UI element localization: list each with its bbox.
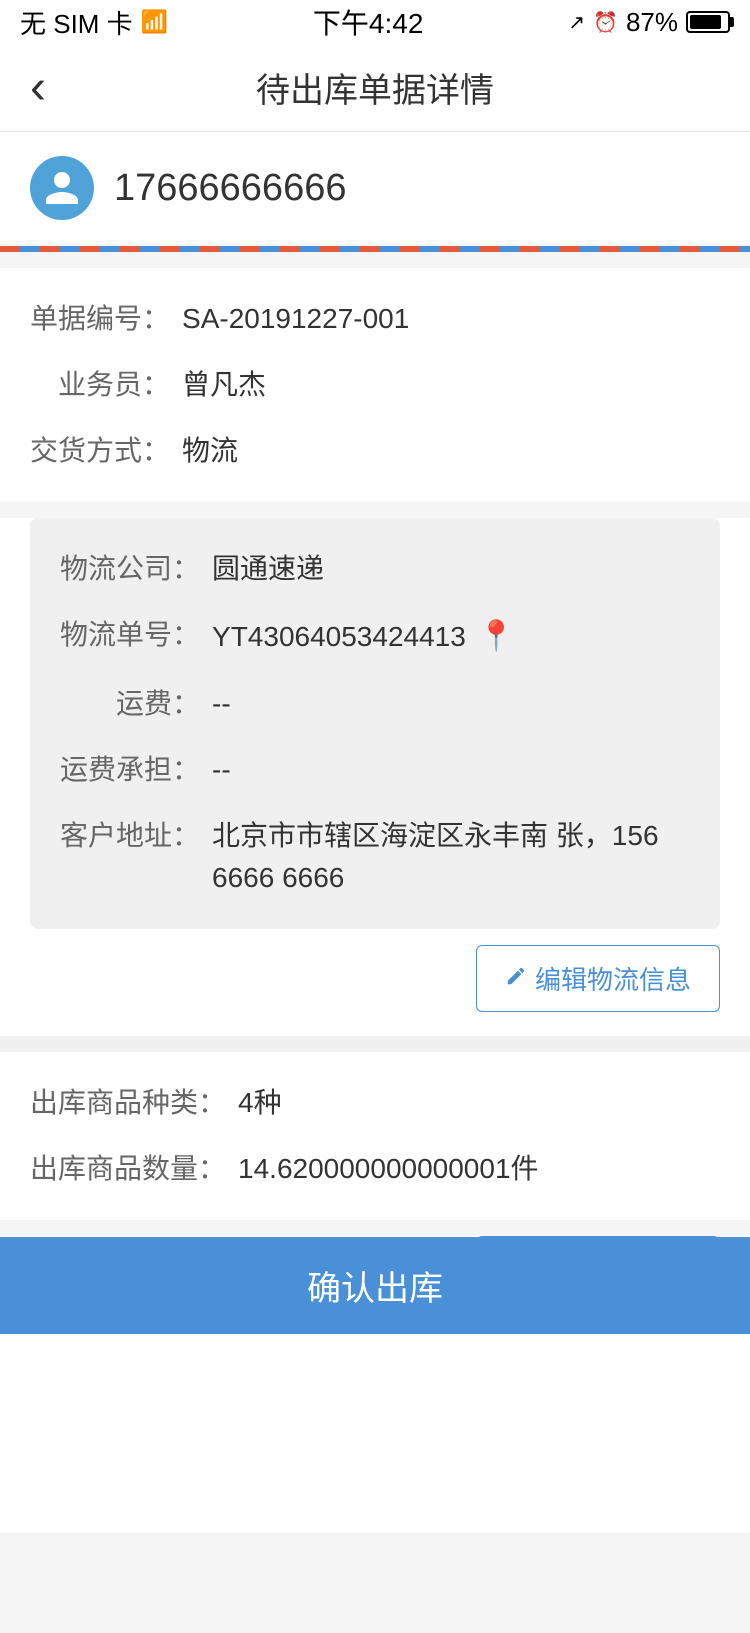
address-row: 客户地址： 北京市市辖区海淀区永丰南 张，156 6666 6666 (60, 815, 690, 899)
status-bar: 无 SIM 卡 📶 下午4:42 ↗ ⏰ 87% (0, 0, 750, 44)
logistics-company-row: 物流公司： 圆通速递 (60, 548, 690, 590)
status-right: ↗ ⏰ 87% (568, 7, 730, 38)
freight-value: -- (212, 683, 690, 725)
freight-bearer-row: 运费承担： -- (60, 749, 690, 791)
salesman-label: 业务员： (30, 364, 170, 406)
delivery-row: 交货方式： 物流 (30, 430, 720, 472)
logistics-wrapper: 物流公司： 圆通速递 物流单号： YT43064053424413 📍 运费： … (0, 518, 750, 1036)
map-location-icon[interactable]: 📍 (478, 614, 515, 659)
goods-quantity-value: 14.620000000000001件 (238, 1148, 720, 1190)
freight-bearer-value: -- (212, 749, 690, 791)
goods-type-value: 4种 (238, 1082, 720, 1124)
order-no-value: SA-20191227-001 (182, 298, 720, 340)
dashed-divider (0, 246, 750, 252)
customer-phone: 17666666666 (114, 167, 346, 210)
back-button[interactable]: ‹ (30, 60, 90, 115)
delivery-label: 交货方式： (30, 430, 170, 472)
logistics-section: 物流公司： 圆通速递 物流单号： YT43064053424413 📍 运费： … (30, 518, 720, 929)
page-title: 待出库单据详情 (256, 63, 494, 112)
tracking-value: YT43064053424413 📍 (212, 614, 690, 659)
wifi-icon: 📶 (141, 9, 168, 35)
edit-btn-container: 编辑物流信息 (0, 945, 750, 1036)
tracking-row: 物流单号： YT43064053424413 📍 (60, 614, 690, 659)
order-no-label: 单据编号： (30, 298, 170, 340)
person-icon (42, 168, 82, 208)
section-separator (0, 1036, 750, 1052)
battery-fill (690, 15, 721, 29)
goods-type-label: 出库商品种类： (30, 1082, 226, 1124)
location-status-icon: ↗ (568, 10, 585, 35)
status-left: 无 SIM 卡 📶 (20, 4, 168, 41)
order-info-section: 单据编号： SA-20191227-001 业务员： 曾凡杰 交货方式： 物流 (0, 268, 750, 502)
salesman-row: 业务员： 曾凡杰 (30, 364, 720, 406)
delivery-value: 物流 (182, 430, 720, 472)
carrier-text: 无 SIM 卡 (20, 4, 133, 41)
avatar (30, 156, 94, 220)
order-no-row: 单据编号： SA-20191227-001 (30, 298, 720, 340)
status-time: 下午4:42 (313, 2, 424, 42)
salesman-value: 曾凡杰 (182, 364, 720, 406)
tracking-label: 物流单号： (60, 614, 200, 656)
edit-logistics-button[interactable]: 编辑物流信息 (476, 945, 720, 1012)
edit-logistics-label: 编辑物流信息 (535, 960, 691, 997)
battery-indicator (686, 11, 730, 33)
confirm-btn-wrapper: 确认出库 (0, 1237, 750, 1334)
logistics-company-value: 圆通速递 (212, 548, 690, 590)
address-label: 客户地址： (60, 815, 200, 857)
confirm-button[interactable]: 确认出库 (307, 1261, 443, 1310)
tracking-no-text: YT43064053424413 (212, 616, 466, 658)
goods-quantity-row: 出库商品数量： 14.620000000000001件 (30, 1148, 720, 1190)
freight-label: 运费： (60, 683, 200, 725)
freight-bearer-label: 运费承担： (60, 749, 200, 791)
goods-section: 出库商品种类： 4种 出库商品数量： 14.620000000000001件 (0, 1052, 750, 1220)
goods-type-row: 出库商品种类： 4种 (30, 1082, 720, 1124)
goods-quantity-label: 出库商品数量： (30, 1148, 226, 1190)
edit-icon (505, 963, 527, 994)
freight-row: 运费： -- (60, 683, 690, 725)
empty-space (0, 1333, 750, 1533)
customer-header: 17666666666 (0, 132, 750, 244)
address-value: 北京市市辖区海淀区永丰南 张，156 6666 6666 (212, 815, 690, 899)
alarm-icon: ⏰ (593, 10, 618, 35)
logistics-company-label: 物流公司： (60, 548, 200, 590)
nav-bar: ‹ 待出库单据详情 (0, 44, 750, 132)
battery-text: 87% (626, 7, 678, 38)
